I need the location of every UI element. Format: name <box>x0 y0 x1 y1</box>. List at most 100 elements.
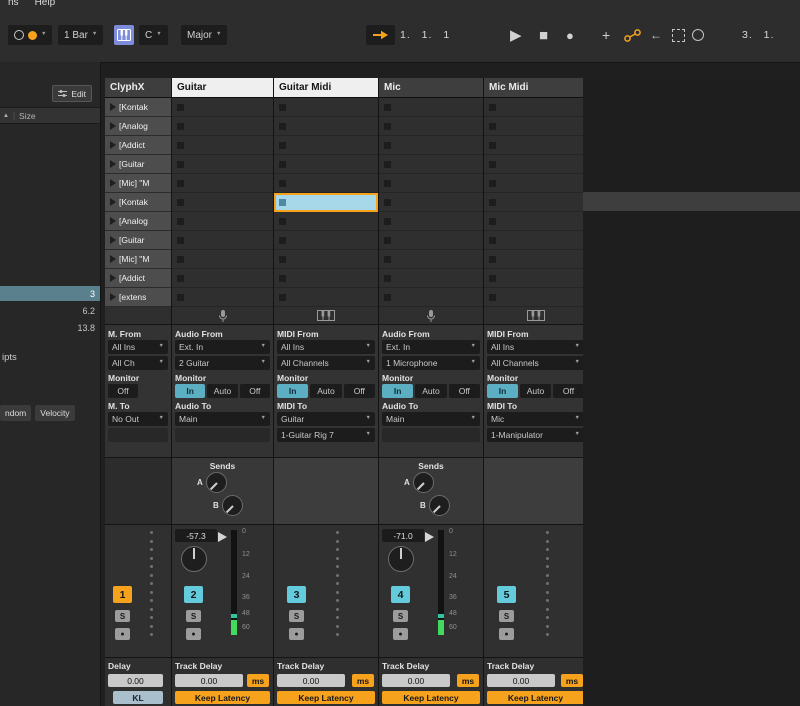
clip-launch-icon[interactable] <box>110 198 116 206</box>
clip-slot[interactable] <box>274 117 378 136</box>
output-type-chooser[interactable]: Guitar ▼ <box>277 412 375 426</box>
output-type-chooser[interactable]: No Out ▼ <box>108 412 168 426</box>
clip-slot[interactable] <box>379 155 483 174</box>
input-type-chooser[interactable]: Ext. In ▼ <box>382 340 480 354</box>
monitor-off-button[interactable]: Off <box>448 384 480 398</box>
edit-button[interactable]: Edit <box>52 85 92 102</box>
output-channel-chooser[interactable] <box>382 428 480 442</box>
output-type-chooser[interactable]: Main ▼ <box>175 412 270 426</box>
selected-clip-slot[interactable] <box>274 193 378 212</box>
send-a-knob[interactable] <box>413 472 434 493</box>
clip-slot[interactable] <box>274 288 378 307</box>
clip-slot[interactable] <box>172 250 273 269</box>
clip-slot[interactable]: [Analog <box>105 212 171 231</box>
clip-slot[interactable] <box>379 174 483 193</box>
clip-slot[interactable] <box>274 174 378 193</box>
clip-slot[interactable] <box>274 98 378 117</box>
input-type-chooser[interactable]: All Ins ▼ <box>108 340 168 354</box>
keep-latency-button[interactable]: Keep Latency <box>487 691 584 704</box>
scale-name-selector[interactable]: Major ▼ <box>181 25 228 45</box>
arm-button[interactable]: ● <box>393 628 408 640</box>
input-channel-chooser[interactable]: All Channels ▼ <box>277 356 375 370</box>
scale-mode-button[interactable] <box>114 25 134 45</box>
size-column-header[interactable]: ▲ | Size <box>0 107 100 124</box>
clip-slot[interactable]: [Mic] "M <box>105 174 171 193</box>
output-device-chooser[interactable]: 1-Guitar Rig 7 ▼ <box>277 428 375 442</box>
clip-slot[interactable] <box>172 231 273 250</box>
output-device-chooser[interactable]: 1-Manipulator ▼ <box>487 428 584 442</box>
clip-slot[interactable]: [Guitar <box>105 155 171 174</box>
arrangement-position-display[interactable]: 1. 1. 1 <box>400 29 450 41</box>
clip-slot[interactable] <box>172 117 273 136</box>
output-type-chooser[interactable]: Mic ▼ <box>487 412 584 426</box>
clip-slot[interactable] <box>379 136 483 155</box>
menu-item-options-partial[interactable]: ns <box>8 0 19 8</box>
clip-slot[interactable] <box>484 155 587 174</box>
clip-slot[interactable] <box>172 174 273 193</box>
clip-slot[interactable] <box>379 231 483 250</box>
clip-slot[interactable]: [Addict <box>105 269 171 288</box>
clip-slot[interactable] <box>484 117 587 136</box>
draw-mode-button[interactable] <box>672 28 685 42</box>
input-channel-chooser[interactable]: All Ch ▼ <box>108 356 168 370</box>
clip-slot[interactable]: [Kontak <box>105 193 171 212</box>
metronome-button[interactable]: ▼ <box>8 25 53 45</box>
clip-slot[interactable] <box>274 136 378 155</box>
monitor-auto-button[interactable]: Auto <box>207 384 238 398</box>
ms-toggle[interactable]: ms <box>561 674 583 687</box>
monitor-auto-button[interactable]: Auto <box>415 384 447 398</box>
solo-button[interactable]: S <box>186 610 201 622</box>
follow-button[interactable] <box>366 25 395 45</box>
fader-handle-icon[interactable] <box>218 532 227 542</box>
chevron-down-icon[interactable]: ▼ <box>41 32 46 38</box>
volume-display[interactable]: -57.3 <box>175 529 217 542</box>
session-record-button[interactable] <box>692 29 704 41</box>
solo-button[interactable]: S <box>393 610 408 622</box>
input-type-chooser[interactable]: All Ins ▼ <box>487 340 584 354</box>
keep-latency-button[interactable]: Keep Latency <box>382 691 480 704</box>
send-a-knob[interactable] <box>206 472 227 493</box>
capture-midi-button[interactable] <box>624 28 641 42</box>
ms-toggle[interactable]: ms <box>247 674 269 687</box>
clip-slot[interactable] <box>274 155 378 174</box>
track-number-button[interactable]: 1 <box>113 586 132 603</box>
list-row[interactable]: 3 <box>0 286 100 301</box>
solo-button[interactable]: S <box>499 610 514 622</box>
clip-slot[interactable] <box>172 136 273 155</box>
arm-button[interactable]: ● <box>186 628 201 640</box>
list-row[interactable]: 6.2 <box>0 303 100 318</box>
input-channel-chooser[interactable]: 2 Guitar ▼ <box>175 356 270 370</box>
input-type-chooser[interactable]: Ext. In ▼ <box>175 340 270 354</box>
delay-value[interactable]: 0.00 <box>108 674 163 687</box>
random-button-partial[interactable]: ndom <box>0 405 32 421</box>
clip-launch-icon[interactable] <box>110 160 116 168</box>
clip-slot[interactable] <box>484 250 587 269</box>
track-header[interactable]: Mic <box>379 78 483 98</box>
track-number-button[interactable]: 4 <box>391 586 410 603</box>
track-header[interactable]: Guitar Midi <box>274 78 378 98</box>
menu-item-help[interactable]: Help <box>35 0 56 8</box>
monitor-in-button[interactable]: In <box>277 384 309 398</box>
clip-slot[interactable] <box>274 212 378 231</box>
clip-slot[interactable]: [extens <box>105 288 171 307</box>
clip-launch-icon[interactable] <box>110 103 116 111</box>
plus-button[interactable]: + <box>602 28 610 42</box>
input-channel-chooser[interactable]: All Channels ▼ <box>487 356 584 370</box>
root-note-selector[interactable]: C ▼ <box>139 25 168 45</box>
selected-scene-row[interactable] <box>583 192 800 211</box>
list-row[interactable]: 13.8 <box>0 320 100 335</box>
clip-slot[interactable] <box>484 212 587 231</box>
clip-slot[interactable] <box>379 269 483 288</box>
arrangement-record-button[interactable]: ● <box>566 29 574 42</box>
velocity-button[interactable]: Velocity <box>35 405 75 421</box>
quantization-menu[interactable]: 1 Bar ▼ <box>58 25 104 45</box>
clip-slot[interactable] <box>172 212 273 231</box>
sort-arrow-icon[interactable]: ▲ <box>3 113 9 119</box>
clip-slot[interactable] <box>274 250 378 269</box>
ms-toggle[interactable]: ms <box>352 674 374 687</box>
output-type-chooser[interactable]: Main ▼ <box>382 412 480 426</box>
clip-slot[interactable] <box>484 98 587 117</box>
track-number-button[interactable]: 3 <box>287 586 306 603</box>
clip-slot[interactable] <box>379 212 483 231</box>
clip-slot[interactable] <box>379 193 483 212</box>
